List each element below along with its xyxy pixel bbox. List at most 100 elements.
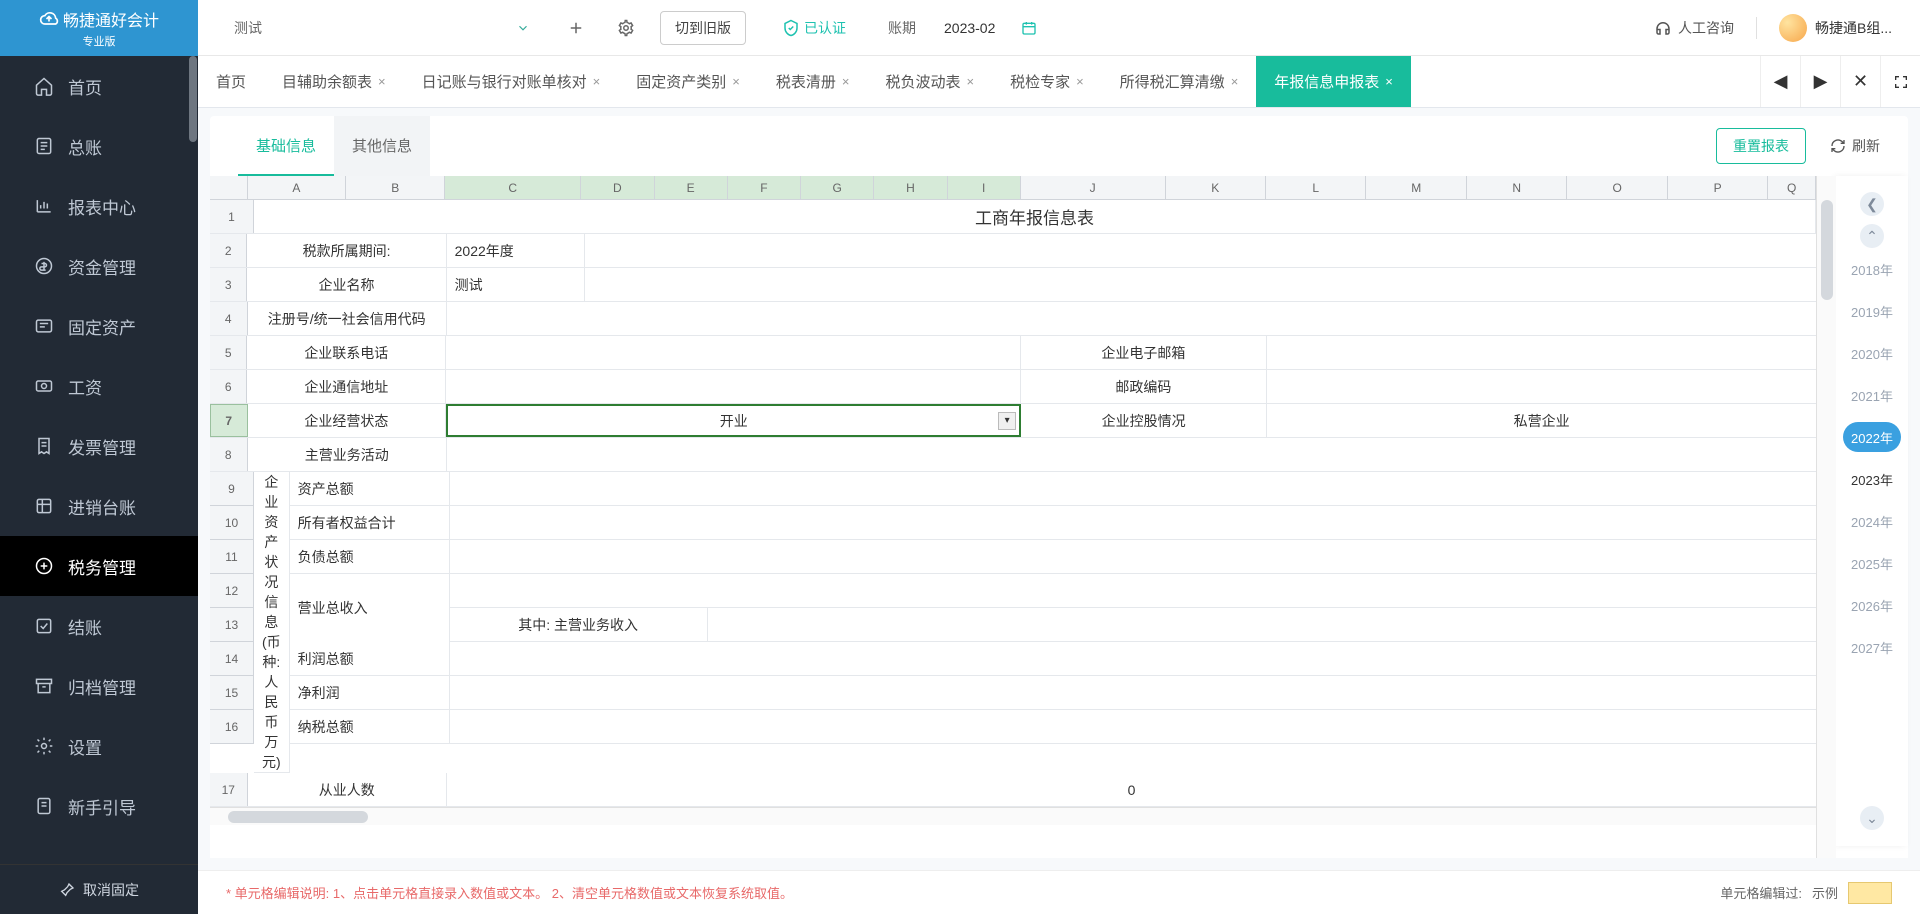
year-up[interactable]: ⌃ [1860,224,1884,248]
sidebar-item-home[interactable]: 首页 [0,56,198,116]
tab-item[interactable]: 税负波动表× [867,56,992,107]
col-header[interactable]: J [1021,176,1166,199]
row-header[interactable]: 16 [210,710,254,744]
col-header[interactable]: A [248,176,347,199]
cell[interactable] [1267,370,1816,403]
cell[interactable] [585,234,1816,267]
row-header[interactable]: 12 [210,574,254,608]
col-header[interactable]: N [1467,176,1567,199]
year-item[interactable]: 2023年 [1843,464,1901,494]
col-header[interactable]: B [346,176,445,199]
cell[interactable] [1267,336,1816,369]
h-scrollbar[interactable] [210,807,1816,825]
cell[interactable]: 利润总额 [290,642,450,675]
tab-item[interactable]: 日记账与银行对账单核对× [404,56,619,107]
row-header[interactable]: 7 [210,404,248,437]
sidebar-item-asset[interactable]: 固定资产 [0,296,198,356]
cell[interactable] [450,574,1816,607]
cell[interactable]: 0 [447,773,1816,806]
sidebar-item-invoice[interactable]: 发票管理 [0,416,198,476]
cell[interactable]: 注册号/统一社会信用代码 [248,302,448,335]
tab-close-icon[interactable]: × [1231,74,1239,89]
tab-item[interactable]: 年报信息申报表× [1256,56,1411,107]
col-header[interactable]: O [1567,176,1667,199]
cell[interactable] [447,302,1816,335]
status-dropdown[interactable]: 开业▾ [446,404,1021,437]
row-header[interactable]: 11 [210,540,254,574]
row-header[interactable]: 5 [210,336,247,369]
sidebar-item-guide[interactable]: 新手引导 [0,776,198,836]
year-item[interactable]: 2019年 [1843,296,1901,326]
tab-fullscreen[interactable] [1880,56,1920,107]
year-collapse[interactable]: ❮ [1860,192,1884,216]
row-header[interactable]: 13 [210,608,254,642]
tab-close-icon[interactable]: × [1076,74,1084,89]
row-header[interactable]: 1 [210,200,254,233]
row-header[interactable]: 9 [210,472,254,506]
cell[interactable]: 企业控股情况 [1021,404,1267,437]
tab-home[interactable]: 首页 [198,56,264,107]
sidebar-item-salary[interactable]: 工资 [0,356,198,416]
cell[interactable] [450,472,1816,505]
cell[interactable]: 私营企业 [1267,404,1816,437]
select-all-corner[interactable] [210,176,248,199]
cell[interactable]: 企业名称 [247,268,446,301]
row-header[interactable]: 8 [210,438,248,471]
v-scrollbar[interactable] [1816,176,1836,858]
sidebar-item-fund[interactable]: 资金管理 [0,236,198,296]
tab-item[interactable]: 目辅助余额表× [264,56,404,107]
tab-close-icon[interactable]: × [966,74,974,89]
col-header[interactable]: K [1166,176,1266,199]
row-header[interactable]: 3 [210,268,247,301]
cell[interactable]: 测试 [447,268,585,301]
subtab-basic[interactable]: 基础信息 [238,116,334,176]
cell[interactable] [447,438,1816,471]
cell[interactable]: 资产总额 [290,472,450,505]
col-header[interactable]: C [445,176,581,199]
cell[interactable] [450,676,1816,709]
tab-scroll-right[interactable]: ▶ [1800,56,1840,107]
cell[interactable] [450,710,1816,743]
cell[interactable]: 负债总额 [290,540,450,573]
year-item[interactable]: 2026年 [1843,590,1901,620]
tab-close-icon[interactable]: × [1385,74,1393,89]
tab-close-icon[interactable]: × [378,74,386,89]
cell[interactable] [446,336,1021,369]
unpin-button[interactable]: 取消固定 [0,864,198,914]
company-dropdown[interactable]: 测试 [222,10,542,46]
sidebar-item-close[interactable]: 结账 [0,596,198,656]
switch-old-button[interactable]: 切到旧版 [660,11,746,45]
year-item[interactable]: 2020年 [1843,338,1901,368]
tab-close-all[interactable]: ✕ [1840,56,1880,107]
sidebar-scrollbar[interactable] [188,56,198,914]
tab-close-icon[interactable]: × [593,74,601,89]
year-item[interactable]: 2027年 [1843,632,1901,662]
col-header[interactable]: I [948,176,1021,199]
col-header[interactable]: M [1366,176,1466,199]
cell[interactable] [450,506,1816,539]
user-menu[interactable]: 畅捷通B组... [1779,14,1892,42]
subtab-other[interactable]: 其他信息 [334,116,430,176]
row-header[interactable]: 4 [210,302,248,335]
cell[interactable] [450,540,1816,573]
cell[interactable] [446,370,1021,403]
year-item[interactable]: 2024年 [1843,506,1901,536]
add-button[interactable] [560,12,592,44]
tab-item[interactable]: 所得税汇算清缴× [1102,56,1257,107]
settings-button[interactable] [610,12,642,44]
reset-button[interactable]: 重置报表 [1716,128,1806,164]
row-header[interactable]: 15 [210,676,254,710]
cell[interactable]: 净利润 [290,676,450,709]
row-header[interactable]: 14 [210,642,254,676]
year-item[interactable]: 2018年 [1843,254,1901,284]
sidebar-item-tax[interactable]: 税务管理 [0,536,198,596]
cell[interactable] [450,642,1816,675]
cell[interactable]: 企业经营状态 [248,404,447,437]
cell[interactable]: 从业人数 [248,773,448,806]
cell[interactable] [585,268,1816,301]
year-down[interactable]: ⌄ [1860,806,1884,830]
col-header[interactable]: H [874,176,947,199]
tab-close-icon[interactable]: × [842,74,850,89]
row-header[interactable]: 10 [210,506,254,540]
col-header[interactable]: D [581,176,654,199]
